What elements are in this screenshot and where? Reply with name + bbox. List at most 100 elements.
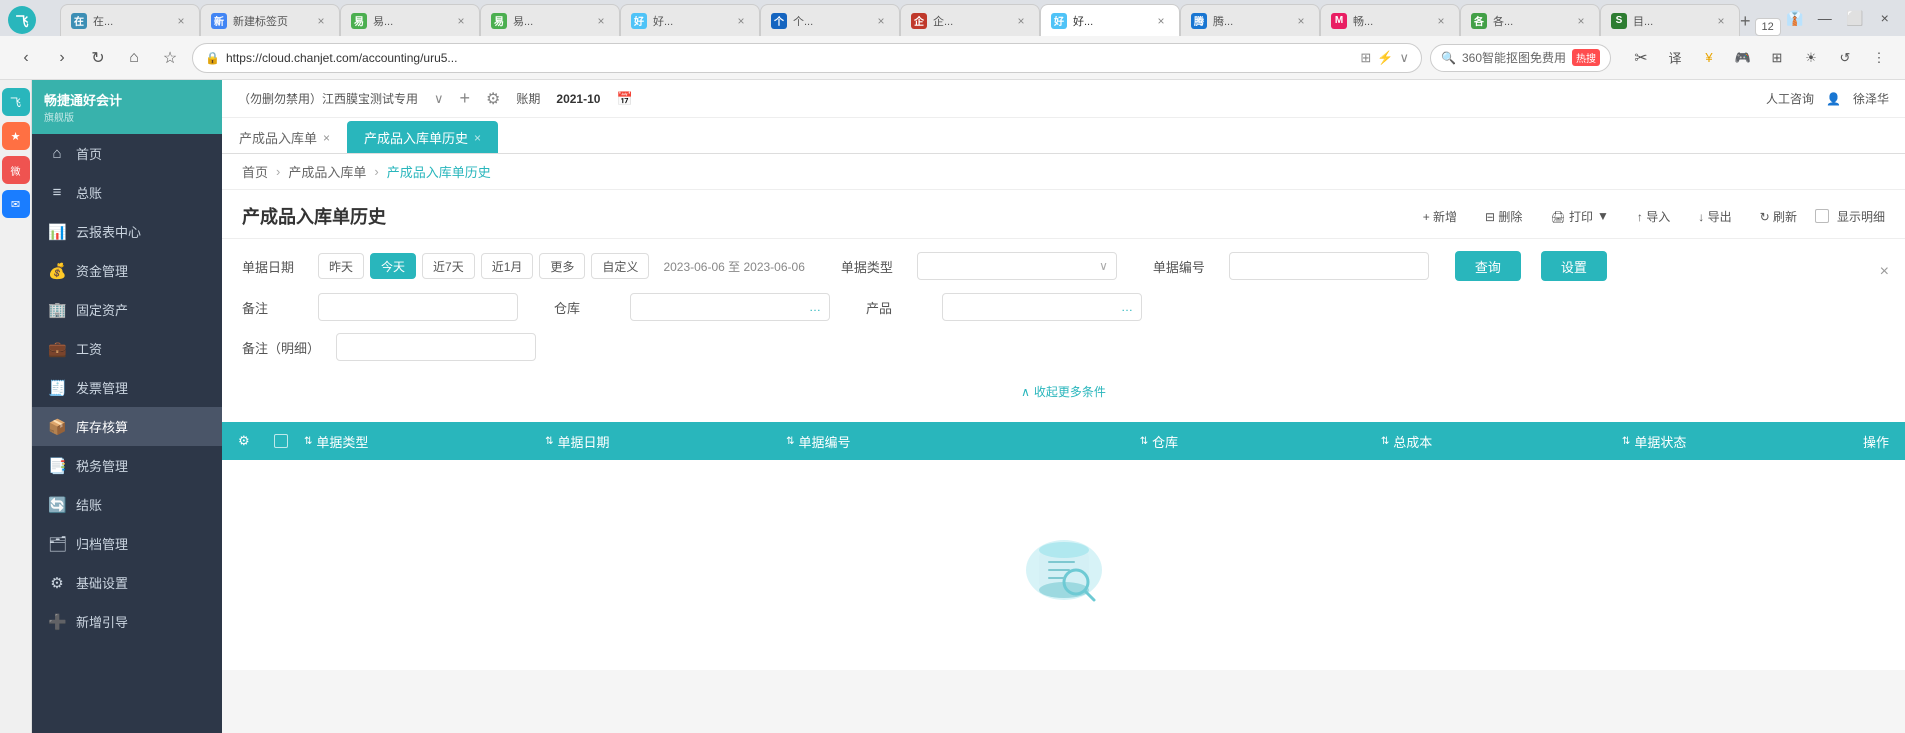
sun-icon[interactable]: ☀ (1797, 44, 1825, 72)
th-check[interactable] (266, 434, 296, 448)
game-icon[interactable]: 🎮 (1729, 44, 1757, 72)
sidebar-item-fund[interactable]: 💰 资金管理 (32, 251, 222, 290)
bookmark-button[interactable]: ☆ (156, 44, 184, 72)
search-box[interactable]: 🔍 360智能抠图免费用 热搜 (1430, 44, 1611, 72)
tab-chang[interactable]: M 畅... × (1320, 4, 1460, 36)
tab-close-7[interactable]: × (1013, 13, 1029, 29)
translate-icon[interactable]: 译 (1661, 44, 1689, 72)
tab-count[interactable]: 12 (1755, 18, 1781, 36)
delete-button[interactable]: ⊟ 删除 (1475, 202, 1532, 230)
tab-close-1[interactable]: × (173, 13, 189, 29)
date-btn-1month[interactable]: 近1月 (481, 253, 534, 279)
th-status[interactable]: ⇅ 单据状态 (1614, 432, 1855, 451)
print-button[interactable]: 🖨 打印 ▼ (1540, 202, 1618, 230)
tab-close-9[interactable]: × (1293, 13, 1309, 29)
dock-icon-mail[interactable]: ✉ (2, 190, 30, 218)
tab-close-12[interactable]: × (1713, 13, 1729, 29)
sidebar-item-invoice[interactable]: 🧾 发票管理 (32, 368, 222, 407)
grid2-icon[interactable]: ⊞ (1763, 44, 1791, 72)
sidebar-item-inventory[interactable]: 📦 库存核算 (32, 407, 222, 446)
scissors-icon[interactable]: ✂ (1627, 44, 1655, 72)
warehouse-ellipsis[interactable]: … (809, 300, 821, 314)
search-button[interactable]: 查询 (1455, 251, 1521, 281)
show-detail-checkbox[interactable] (1815, 209, 1829, 223)
refresh-button[interactable]: ↻ (84, 44, 112, 72)
tab-hao-active[interactable]: 好 好... × (1040, 4, 1180, 36)
tab-close-8[interactable]: × (1153, 13, 1169, 29)
tab-history-close[interactable]: × (474, 131, 481, 145)
lightning-icon[interactable]: ⚡ (1377, 50, 1393, 66)
back-button[interactable]: ‹ (12, 44, 40, 72)
tab-qi[interactable]: 企 企... × (900, 4, 1040, 36)
undo-icon[interactable]: ↺ (1831, 44, 1859, 72)
sidebar-item-tax[interactable]: 📑 税务管理 (32, 446, 222, 485)
tab-ge[interactable]: 个 个... × (760, 4, 900, 36)
avatar-icon[interactable]: 👤 (1826, 92, 1841, 106)
date-btn-more[interactable]: 更多 (539, 253, 585, 279)
th-settings[interactable]: ⚙ (230, 433, 266, 449)
close-window-button[interactable]: × (1871, 4, 1899, 32)
tab-close-4[interactable]: × (593, 13, 609, 29)
import-button[interactable]: ↑ 导入 (1627, 202, 1680, 230)
voucher-type-dropdown[interactable]: ∨ (917, 252, 1117, 280)
th-date[interactable]: ⇅ 单据日期 (537, 432, 778, 451)
tab-list[interactable]: 产成品入库单 × (222, 121, 347, 153)
tab-yiji1[interactable]: 易 易... × (340, 4, 480, 36)
tab-close-6[interactable]: × (873, 13, 889, 29)
panel-close-button[interactable]: × (1880, 263, 1889, 281)
breadcrumb-home[interactable]: 首页 (242, 162, 268, 181)
date-btn-yesterday[interactable]: 昨天 (318, 253, 364, 279)
tab-in-online[interactable]: 在 在... × (60, 4, 200, 36)
sidebar-item-archive[interactable]: 🗂 归档管理 (32, 524, 222, 563)
refresh-page-button[interactable]: ↻ 刷新 (1750, 202, 1807, 230)
tab-hao1[interactable]: 好 好... × (620, 4, 760, 36)
sidebar-item-fixed[interactable]: 🏢 固定资产 (32, 290, 222, 329)
note-detail-input[interactable] (336, 333, 536, 361)
dock-icon-weibo[interactable]: 微 (2, 156, 30, 184)
add-button[interactable]: + 新增 (1413, 202, 1467, 230)
settings-toolbar-icon[interactable]: ⋮ (1865, 44, 1893, 72)
product-ellipsis[interactable]: … (1121, 300, 1133, 314)
th-type[interactable]: ⇅ 单据类型 (296, 432, 537, 451)
th-warehouse[interactable]: ⇅ 仓库 (1132, 432, 1373, 451)
sidebar-item-salary[interactable]: 💼 工资 (32, 329, 222, 368)
minimize-button[interactable]: — (1811, 4, 1839, 32)
calendar-icon[interactable]: 📅 (616, 91, 632, 107)
home-button[interactable]: ⌂ (120, 44, 148, 72)
tab-close-11[interactable]: × (1573, 13, 1589, 29)
grid-icon[interactable]: ⊞ (1360, 50, 1371, 66)
shirt-icon[interactable]: 👔 (1781, 4, 1809, 32)
date-btn-custom[interactable]: 自定义 (591, 253, 649, 279)
breadcrumb-list[interactable]: 产成品入库单 (288, 162, 366, 181)
setting-button[interactable]: 设置 (1541, 251, 1607, 281)
tab-new[interactable]: 新 新建标签页 × (200, 4, 340, 36)
tab-ge2[interactable]: 各 各... × (1460, 4, 1600, 36)
tab-mu[interactable]: S 目... × (1600, 4, 1740, 36)
select-all-checkbox[interactable] (274, 434, 288, 448)
dock-icon-main[interactable]: 飞 (2, 88, 30, 116)
maximize-button[interactable]: ⬜ (1841, 4, 1869, 32)
th-cost[interactable]: ⇅ 总成本 (1373, 432, 1614, 451)
tab-close-2[interactable]: × (313, 13, 329, 29)
tab-close-5[interactable]: × (733, 13, 749, 29)
warehouse-dropdown[interactable]: … (630, 293, 830, 321)
account-dropdown-icon[interactable]: ∨ (434, 91, 444, 107)
new-tab-button[interactable]: + (1740, 6, 1751, 36)
sidebar-item-ledger[interactable]: ≡ 总账 (32, 173, 222, 212)
sidebar-item-settings[interactable]: ⚙ 基础设置 (32, 563, 222, 602)
settings-account-button[interactable]: ⚙ (486, 89, 500, 109)
sidebar-item-report[interactable]: 📊 云报表中心 (32, 212, 222, 251)
product-dropdown[interactable]: … (942, 293, 1142, 321)
add-account-button[interactable]: + (460, 88, 471, 109)
th-number[interactable]: ⇅ 单据编号 (778, 432, 1132, 451)
note-input[interactable] (318, 293, 518, 321)
tab-yiji2[interactable]: 易 易... × (480, 4, 620, 36)
sidebar-item-add[interactable]: ➕ 新增引导 (32, 602, 222, 641)
user-service-btn[interactable]: 人工咨询 (1766, 90, 1814, 107)
date-btn-7days[interactable]: 近7天 (422, 253, 475, 279)
date-btn-today[interactable]: 今天 (370, 253, 416, 279)
tab-history[interactable]: 产成品入库单历史 × (347, 121, 498, 153)
export-button[interactable]: ↓ 导出 (1688, 202, 1741, 230)
tab-close-10[interactable]: × (1433, 13, 1449, 29)
address-dropdown-icon[interactable]: ∨ (1400, 50, 1410, 66)
